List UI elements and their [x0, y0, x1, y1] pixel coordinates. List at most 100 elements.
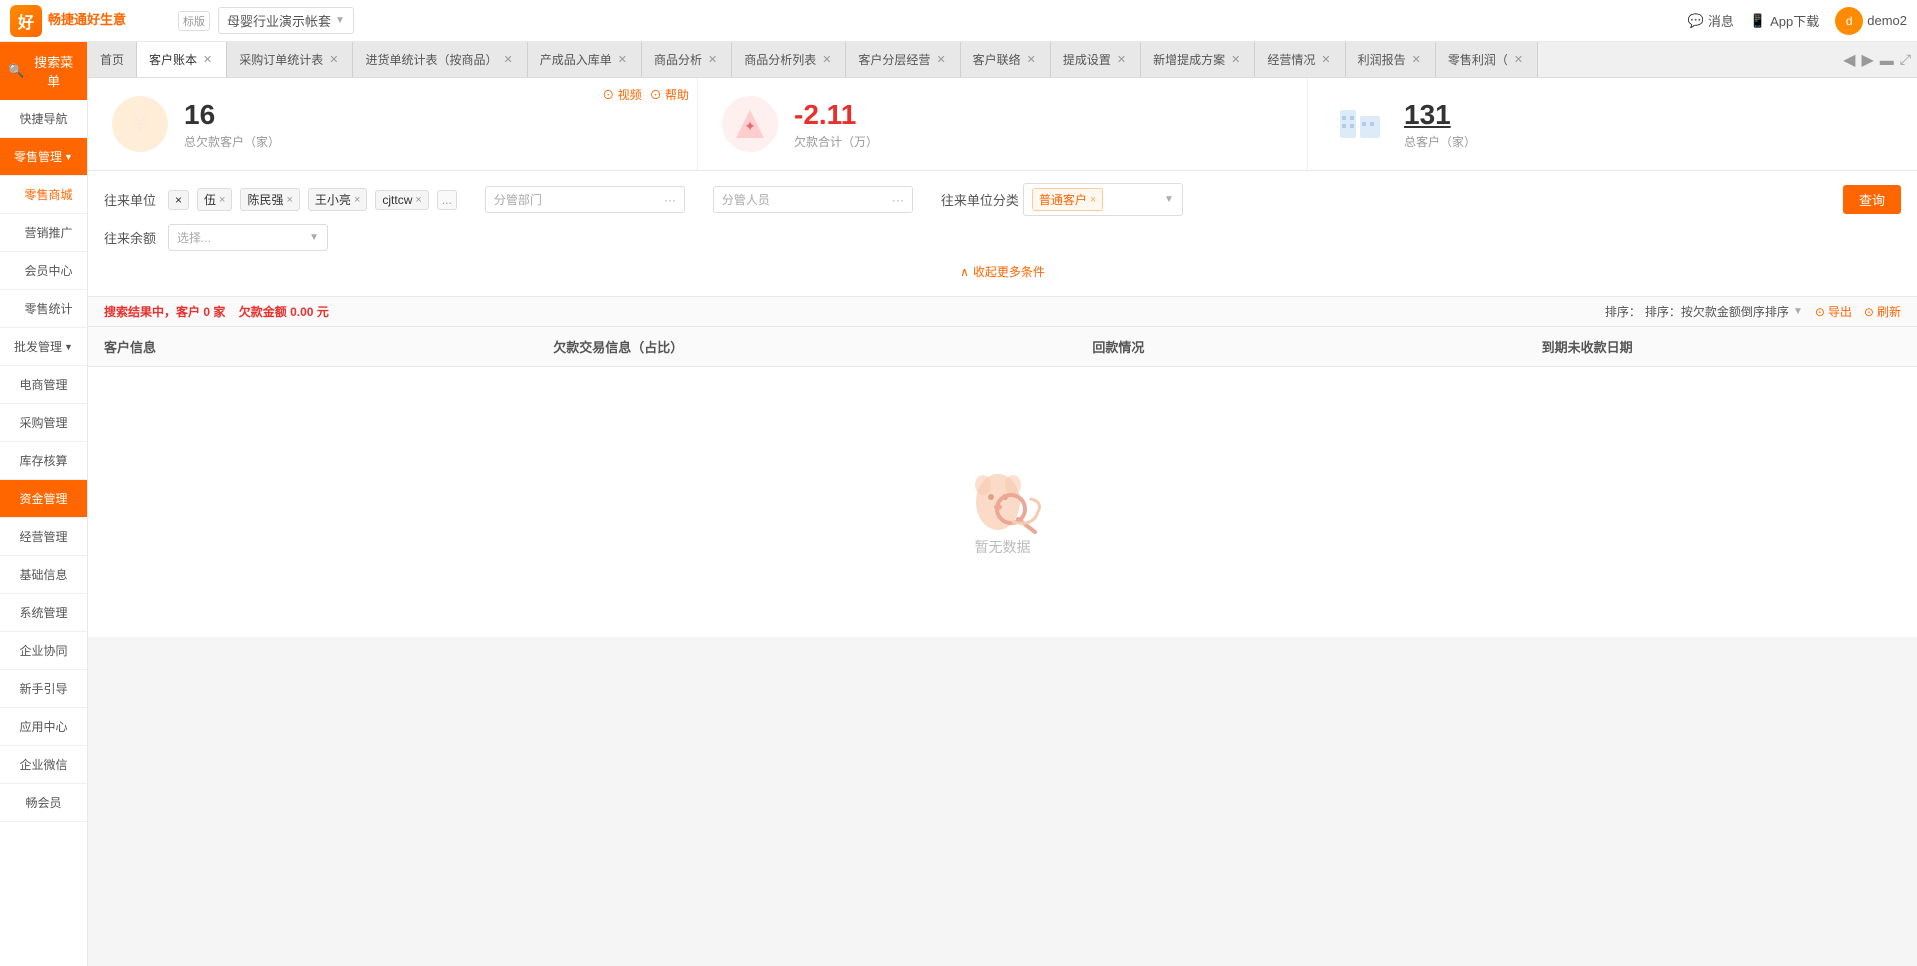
export-button[interactable]: ⊙ 导出 — [1815, 303, 1852, 320]
remove-unit-wu[interactable]: × — [219, 194, 225, 206]
empty-state-icon — [953, 447, 1053, 537]
sidebar-item-ecommerce-mgmt[interactable]: 电商管理 — [0, 366, 87, 404]
sidebar-item-member-center[interactable]: 会员中心 — [0, 252, 87, 290]
tab-maximize[interactable]: ⤢ — [1900, 51, 1911, 68]
sidebar-item-inventory-check[interactable]: 库存核算 — [0, 442, 87, 480]
tab-close-customer-accounts[interactable]: ✕ — [201, 52, 214, 67]
sidebar: 🔍 搜索菜单 快捷导航 零售管理 ▼ 零售商城 营销推广 会员中心 零售统计 批… — [0, 42, 88, 966]
empty-state-label: 暂无数据 — [975, 537, 1031, 557]
sidebar-item-quick-nav[interactable]: 快捷导航 — [0, 100, 87, 138]
tab-home[interactable]: 首页 — [88, 42, 137, 78]
tab-customer-segment[interactable]: 客户分层经营 ✕ — [846, 42, 960, 78]
filter-more-icon: ··· — [664, 193, 676, 207]
stat-info-customers: 16 总欠款客户（家） — [184, 99, 280, 150]
tab-business-status[interactable]: 经营情况 ✕ — [1255, 42, 1345, 78]
filter-tag-unit-wu[interactable]: 伍 × — [197, 188, 232, 211]
tab-close-product-analysis[interactable]: ✕ — [706, 52, 719, 67]
stat-card-total-customers: ¥ 16 总欠款客户（家） ⊙ 视频 ⊙ 帮助 — [88, 78, 698, 170]
tab-customer-accounts[interactable]: 客户账本 ✕ — [137, 42, 227, 78]
top-bar-actions: 💬 消息 📱 App下载 d demo2 — [1688, 7, 1907, 35]
tab-purchase-stats-by-product[interactable]: 进货单统计表（按商品） ✕ — [353, 42, 527, 78]
sidebar-search[interactable]: 🔍 搜索菜单 — [0, 42, 87, 100]
stat-icon-overdue: ✦ — [722, 96, 778, 152]
filter-tag-unit-wang[interactable]: 王小亮 × — [308, 188, 367, 211]
filter-label-unit-class: 往来单位分类 — [941, 190, 1019, 209]
sidebar-item-marketing[interactable]: 营销推广 — [0, 214, 87, 252]
user-menu[interactable]: d demo2 — [1835, 7, 1907, 35]
sidebar-item-basic-info[interactable]: 基础信息 — [0, 556, 87, 594]
refresh-button[interactable]: ⊙ 刷新 — [1864, 303, 1901, 320]
app-version: 标版 — [178, 11, 210, 31]
filter-tag-unit-chen[interactable]: 陈民强 × — [240, 188, 299, 211]
tab-purchase-order-stats[interactable]: 采购订单统计表 ✕ — [227, 42, 353, 78]
tab-tip-settings[interactable]: 提成设置 ✕ — [1051, 42, 1141, 78]
sidebar-item-wholesale-mgmt[interactable]: 批发管理 ▼ — [0, 328, 87, 366]
stat-value-customers: 16 — [184, 99, 280, 131]
sidebar-item-business-mgmt[interactable]: 经营管理 — [0, 518, 87, 556]
tab-new-achievement[interactable]: 新增提成方案 ✕ — [1141, 42, 1255, 78]
stat-value-overdue: -2.11 — [794, 99, 878, 131]
filter-label-unit: 往来单位 — [104, 190, 160, 209]
account-dropdown[interactable]: 母婴行业演示帐套 ▼ — [218, 7, 354, 34]
sidebar-item-system-mgmt[interactable]: 系统管理 — [0, 594, 87, 632]
tab-close-product-storage[interactable]: ✕ — [616, 52, 629, 67]
search-icon: 🔍 — [8, 63, 24, 79]
svg-text:¥: ¥ — [132, 111, 147, 138]
tab-close-purchase-stats-by-product[interactable]: ✕ — [502, 52, 515, 67]
sidebar-item-capital-mgmt[interactable]: 资金管理 — [0, 480, 87, 518]
remove-unit-wang[interactable]: × — [354, 194, 360, 206]
avatar: d — [1835, 7, 1863, 35]
tab-close-customer-segment[interactable]: ✕ — [934, 52, 947, 67]
tab-close-profit-report[interactable]: ✕ — [1410, 52, 1423, 67]
tab-minimize[interactable]: ▬ — [1880, 52, 1894, 68]
stat-icon-customers: ¥ — [112, 96, 168, 152]
tab-product-analysis-list[interactable]: 商品分析列表 ✕ — [732, 42, 846, 78]
sidebar-item-app-center[interactable]: 应用中心 — [0, 708, 87, 746]
sidebar-item-retail-mall[interactable]: 零售商城 — [0, 176, 87, 214]
tab-close-customer-contact[interactable]: ✕ — [1025, 52, 1038, 67]
sidebar-item-purchase-mgmt[interactable]: 采购管理 — [0, 404, 87, 442]
tab-close-tip-settings[interactable]: ✕ — [1115, 52, 1128, 67]
tab-close-purchase-order-stats[interactable]: ✕ — [327, 52, 340, 67]
sidebar-item-retail-stats[interactable]: 零售统计 — [0, 290, 87, 328]
filter-unit-class-tag[interactable]: 普通客户 × — [1032, 188, 1103, 211]
tab-customer-contact[interactable]: 客户联络 ✕ — [961, 42, 1051, 78]
sidebar-item-enterprise-collab[interactable]: 企业协同 — [0, 632, 87, 670]
stat-info-clients: 131 总客户（家） — [1404, 99, 1476, 150]
tab-profit-report[interactable]: 利润报告 ✕ — [1346, 42, 1436, 78]
collapse-filters[interactable]: ∧ 收起更多条件 — [104, 259, 1901, 284]
remove-unit-class[interactable]: × — [1090, 194, 1096, 206]
tab-close-new-achievement[interactable]: ✕ — [1229, 52, 1242, 67]
stat-icon-clients — [1332, 96, 1388, 152]
tab-retail-profit[interactable]: 零售利润（ ✕ — [1436, 42, 1538, 78]
filter-dept-select[interactable]: 分管部门 ··· — [485, 186, 685, 213]
sort-selector[interactable]: 排序： 排序：按欠款金额倒序排序 ▼ — [1605, 303, 1803, 320]
refresh-icon: ⊙ — [1864, 305, 1874, 319]
filter-tag-unit-cjttcw[interactable]: cjttcw × — [375, 190, 428, 210]
col-header-overdue: 欠款交易信息（占比） — [553, 337, 1092, 356]
message-button[interactable]: 💬 消息 — [1688, 11, 1734, 30]
sidebar-item-new-user-guide[interactable]: 新手引导 — [0, 670, 87, 708]
tab-close-business-status[interactable]: ✕ — [1319, 52, 1332, 67]
sidebar-item-enterprise-wechat[interactable]: 企业微信 — [0, 746, 87, 784]
tab-scroll-left[interactable]: ◀ — [1843, 50, 1855, 70]
remove-unit-chen[interactable]: × — [286, 194, 292, 206]
sidebar-item-retail-mgmt[interactable]: 零售管理 ▼ — [0, 138, 87, 176]
sidebar-item-member-plus[interactable]: 畅会员 — [0, 784, 87, 822]
filter-person-select[interactable]: 分管人员 ··· — [713, 186, 913, 213]
filter-remainder-select[interactable]: 选择... ▼ — [168, 224, 328, 251]
filter-tag-unit-all[interactable]: × — [168, 190, 189, 210]
tab-close-product-analysis-list[interactable]: ✕ — [820, 52, 833, 67]
sort-label: 排序： — [1605, 303, 1641, 320]
remove-unit-cjttcw[interactable]: × — [415, 194, 421, 206]
query-button[interactable]: 查询 — [1843, 185, 1901, 214]
tab-product-storage[interactable]: 产成品入库单 ✕ — [528, 42, 642, 78]
tab-close-retail-profit[interactable]: ✕ — [1512, 52, 1525, 67]
tab-product-analysis[interactable]: 商品分析 ✕ — [642, 42, 732, 78]
tab-scroll-right[interactable]: ▶ — [1861, 50, 1873, 70]
filter-unit-class-select[interactable]: 普通客户 × ▼ — [1023, 183, 1183, 216]
filter-more-units[interactable]: ... — [437, 190, 457, 210]
app-download-button[interactable]: 📱 App下载 — [1750, 11, 1819, 30]
video-help-link[interactable]: ⊙ 视频 — [602, 86, 641, 103]
help-link[interactable]: ⊙ 帮助 — [650, 86, 689, 103]
